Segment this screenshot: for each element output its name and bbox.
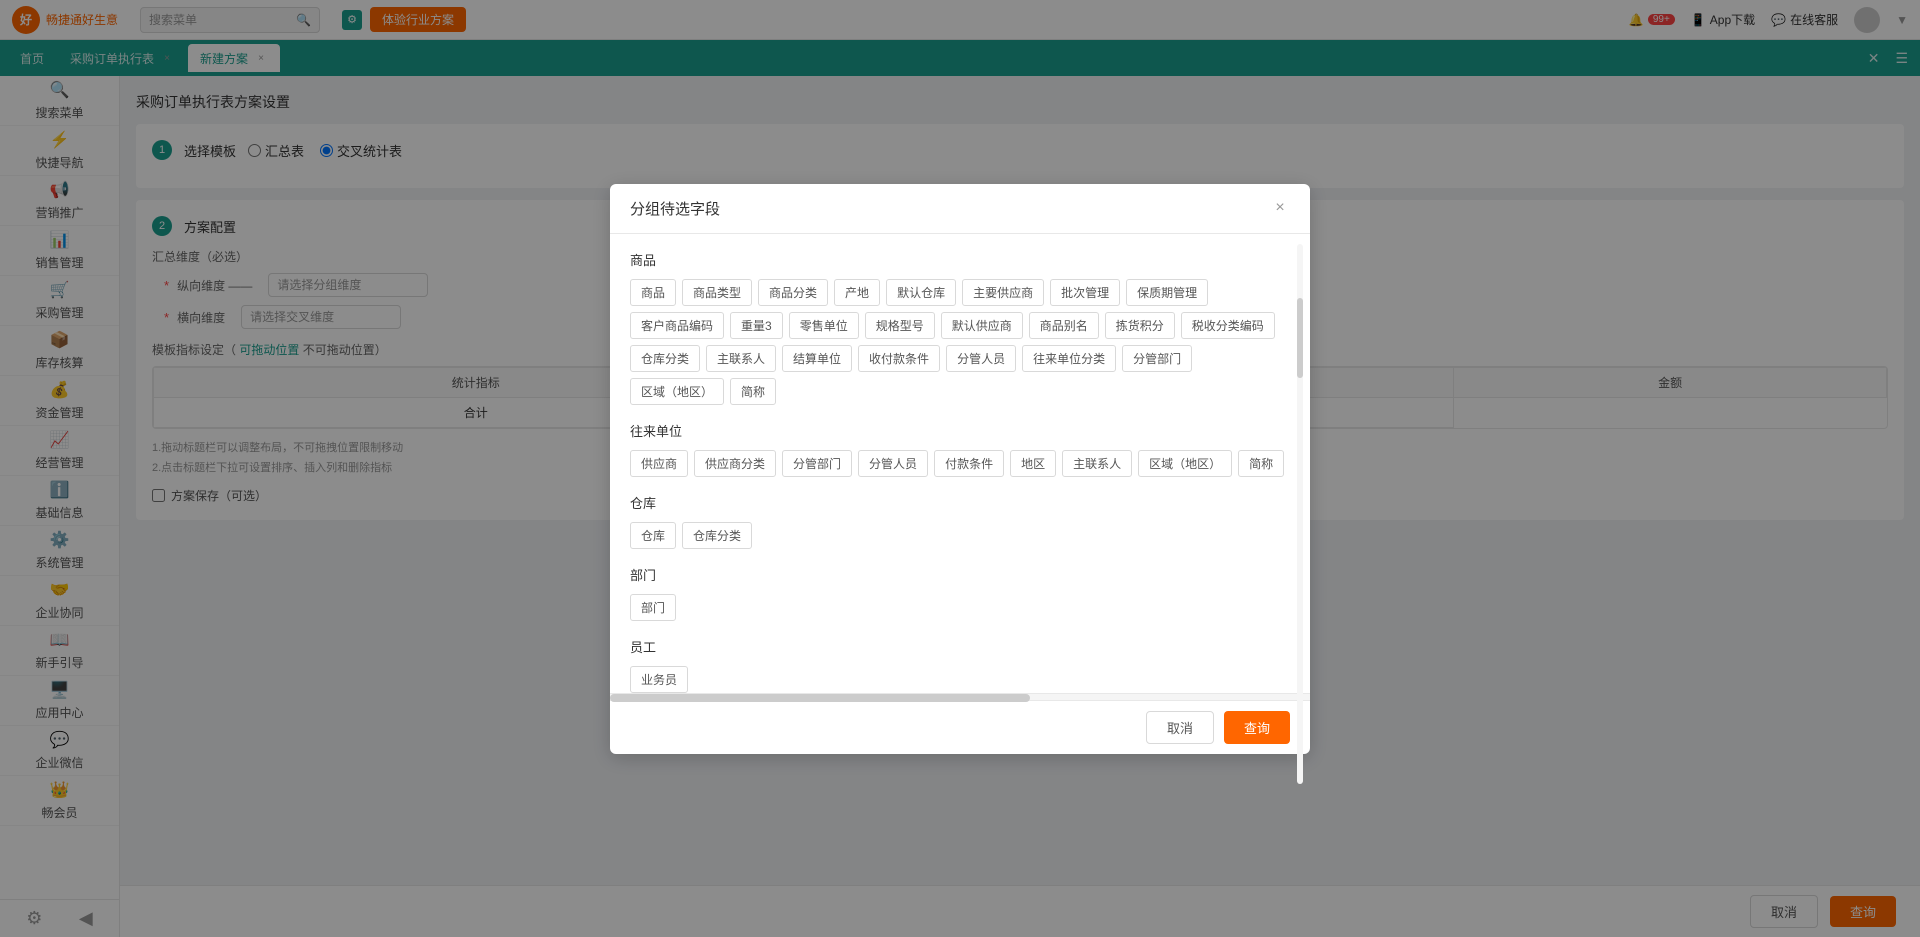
field-tag-goods-8[interactable]: 客户商品编码 [630, 312, 724, 339]
field-tag-employee-0[interactable]: 业务员 [630, 666, 688, 693]
field-tag-department-0[interactable]: 部门 [630, 594, 676, 621]
modal-body: 商品 商品 商品类型 商品分类 产地 默认仓库 主要供应商 批次管理 保质期管理… [610, 234, 1310, 694]
modal-header: 分组待选字段 × [610, 184, 1310, 234]
modal-title: 分组待选字段 [630, 198, 720, 219]
field-section-employee-title: 员工 [630, 637, 1290, 656]
field-tag-goods-21[interactable]: 往来单位分类 [1022, 345, 1116, 372]
field-tag-goods-19[interactable]: 收付款条件 [858, 345, 940, 372]
field-select-modal: 分组待选字段 × 商品 商品 商品类型 商品分类 产地 默认仓库 主要供应商 批… [610, 184, 1310, 754]
field-tags-partner: 供应商 供应商分类 分管部门 分管人员 付款条件 地区 主联系人 区域（地区） … [630, 450, 1290, 477]
field-tag-goods-10[interactable]: 零售单位 [789, 312, 859, 339]
field-section-goods-title: 商品 [630, 250, 1290, 269]
field-section-employee: 员工 业务员 [630, 637, 1290, 693]
modal-close-button[interactable]: × [1270, 198, 1290, 218]
field-tag-partner-6[interactable]: 主联系人 [1062, 450, 1132, 477]
field-section-department: 部门 部门 [630, 565, 1290, 621]
modal-v-scrollbar-thumb[interactable] [1297, 298, 1303, 378]
field-tags-department: 部门 [630, 594, 1290, 621]
field-tag-goods-13[interactable]: 商品别名 [1029, 312, 1099, 339]
modal-overlay[interactable]: 分组待选字段 × 商品 商品 商品类型 商品分类 产地 默认仓库 主要供应商 批… [0, 0, 1920, 937]
field-section-warehouse-title: 仓库 [630, 493, 1290, 512]
field-tag-partner-0[interactable]: 供应商 [630, 450, 688, 477]
field-tag-goods-23[interactable]: 区域（地区） [630, 378, 724, 405]
field-tag-goods-1[interactable]: 商品类型 [682, 279, 752, 306]
field-section-goods: 商品 商品 商品类型 商品分类 产地 默认仓库 主要供应商 批次管理 保质期管理… [630, 250, 1290, 405]
modal-v-scrollbar-track[interactable] [1297, 244, 1303, 784]
field-tag-goods-20[interactable]: 分管人员 [946, 345, 1016, 372]
field-section-partner: 往来单位 供应商 供应商分类 分管部门 分管人员 付款条件 地区 主联系人 区域… [630, 421, 1290, 477]
modal-confirm-button[interactable]: 查询 [1224, 711, 1290, 744]
field-tag-partner-8[interactable]: 简称 [1238, 450, 1284, 477]
field-tag-warehouse-1[interactable]: 仓库分类 [682, 522, 752, 549]
field-tag-goods-0[interactable]: 商品 [630, 279, 676, 306]
field-tag-goods-6[interactable]: 批次管理 [1050, 279, 1120, 306]
field-tag-goods-15[interactable]: 税收分类编码 [1181, 312, 1275, 339]
field-tag-goods-18[interactable]: 结算单位 [782, 345, 852, 372]
modal-scrollbar-area [1297, 244, 1305, 784]
modal-footer: 取消 查询 [610, 700, 1310, 754]
field-section-partner-title: 往来单位 [630, 421, 1290, 440]
field-tag-partner-3[interactable]: 分管人员 [858, 450, 928, 477]
field-section-warehouse: 仓库 仓库 仓库分类 [630, 493, 1290, 549]
field-tag-partner-1[interactable]: 供应商分类 [694, 450, 776, 477]
field-tags-employee: 业务员 [630, 666, 1290, 693]
field-tags-warehouse: 仓库 仓库分类 [630, 522, 1290, 549]
field-tag-goods-22[interactable]: 分管部门 [1122, 345, 1192, 372]
field-tag-partner-5[interactable]: 地区 [1010, 450, 1056, 477]
modal-h-scrollbar[interactable] [610, 693, 1310, 699]
field-tag-goods-5[interactable]: 主要供应商 [962, 279, 1044, 306]
field-tag-goods-24[interactable]: 简称 [730, 378, 776, 405]
field-tag-warehouse-0[interactable]: 仓库 [630, 522, 676, 549]
field-tag-partner-2[interactable]: 分管部门 [782, 450, 852, 477]
field-tag-goods-7[interactable]: 保质期管理 [1126, 279, 1208, 306]
field-tag-goods-9[interactable]: 重量3 [730, 312, 783, 339]
field-tag-goods-12[interactable]: 默认供应商 [941, 312, 1023, 339]
field-tag-goods-3[interactable]: 产地 [834, 279, 880, 306]
field-tag-goods-4[interactable]: 默认仓库 [886, 279, 956, 306]
field-tag-goods-16[interactable]: 仓库分类 [630, 345, 700, 372]
field-tag-goods-17[interactable]: 主联系人 [706, 345, 776, 372]
field-tag-goods-11[interactable]: 规格型号 [865, 312, 935, 339]
field-section-department-title: 部门 [630, 565, 1290, 584]
modal-h-scrollbar-thumb[interactable] [610, 694, 1030, 702]
field-tag-partner-4[interactable]: 付款条件 [934, 450, 1004, 477]
field-tag-partner-7[interactable]: 区域（地区） [1138, 450, 1232, 477]
field-tag-goods-14[interactable]: 拣货积分 [1105, 312, 1175, 339]
modal-cancel-button[interactable]: 取消 [1146, 711, 1214, 744]
field-tags-goods: 商品 商品类型 商品分类 产地 默认仓库 主要供应商 批次管理 保质期管理 客户… [630, 279, 1290, 405]
field-tag-goods-2[interactable]: 商品分类 [758, 279, 828, 306]
